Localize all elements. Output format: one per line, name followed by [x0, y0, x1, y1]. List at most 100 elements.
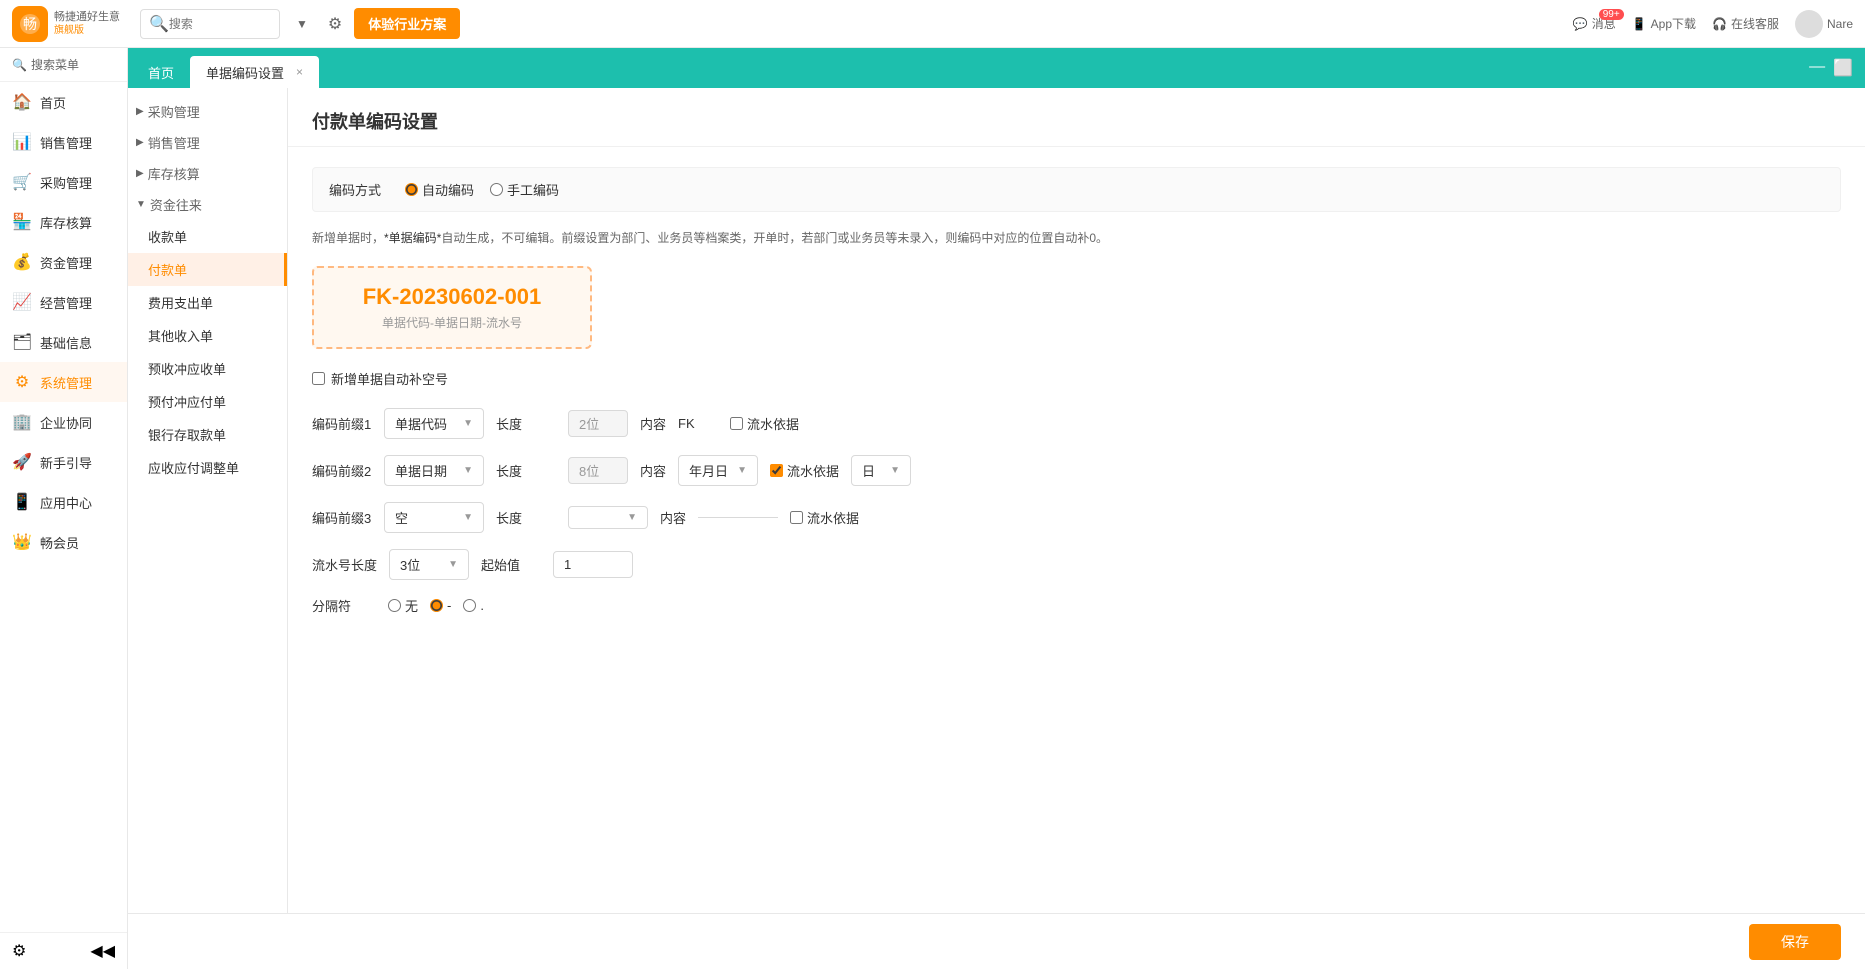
- online-service-button[interactable]: 🎧 在线客服: [1712, 15, 1779, 32]
- sidebar-item-purchase[interactable]: 🛒 采购管理: [0, 162, 127, 202]
- serial-3-checkbox[interactable]: [790, 511, 803, 524]
- content-3-label: 内容: [660, 508, 686, 527]
- serial-2-unit-select[interactable]: 日 ▼: [851, 455, 911, 486]
- length-3-select[interactable]: ▼: [568, 506, 648, 529]
- inventory-icon: 🏪: [12, 212, 32, 232]
- separator-dot-label[interactable]: .: [463, 598, 484, 613]
- sidebar-item-enterprise[interactable]: 🏢 企业协同: [0, 402, 127, 442]
- length-1-input[interactable]: [568, 410, 628, 437]
- auto-fill-checkbox[interactable]: [312, 372, 325, 385]
- experience-button[interactable]: 体验行业方案: [354, 8, 460, 39]
- tab-bar: 首页 单据编码设置 × — ⬜: [128, 48, 1865, 88]
- sub-sidebar-item-payment[interactable]: 付款单: [128, 253, 287, 286]
- sub-sidebar-item-adjustment[interactable]: 应收应付调整单: [128, 451, 287, 484]
- sidebar-item-inventory[interactable]: 🏪 库存核算: [0, 202, 127, 242]
- sidebar-item-apps[interactable]: 📱 应用中心: [0, 482, 127, 522]
- sub-sidebar-item-expense[interactable]: 费用支出单: [128, 286, 287, 319]
- separator-dash-radio[interactable]: [430, 599, 443, 612]
- sidebar-item-basic[interactable]: 🗂 基础信息: [0, 322, 127, 362]
- sidebar-item-sales[interactable]: 📊 销售管理: [0, 122, 127, 162]
- sidebar: 🔍 搜索菜单 🏠 首页 📊 销售管理 🛒 采购管理 🏪 库存核算 💰 资金管理 …: [0, 48, 128, 969]
- length-2-input[interactable]: [568, 457, 628, 484]
- collapse-icon[interactable]: ◀◀: [90, 941, 115, 961]
- search-icon: 🔍: [149, 14, 169, 34]
- tab-close-icon[interactable]: ×: [296, 65, 303, 79]
- message-button[interactable]: 💬 消息 99+: [1573, 15, 1616, 32]
- chevron-down-icon: ▼: [448, 559, 458, 570]
- serial-2-checkbox[interactable]: [770, 464, 783, 477]
- logo-text: 畅捷通好生意 旗舰版: [54, 10, 120, 37]
- enterprise-icon: 🏢: [12, 412, 32, 432]
- save-button[interactable]: 保存: [1749, 924, 1841, 960]
- content-area: ▶ 采购管理 ▶ 销售管理 ▶ 库存核算 ▼ 资金往来 收款单 付款单 费用支出…: [128, 88, 1865, 969]
- search-bar[interactable]: 🔍: [140, 9, 280, 39]
- code-method-row: 编码方式 自动编码 手工编码: [312, 167, 1841, 212]
- auto-code-radio[interactable]: [405, 183, 418, 196]
- logo-icon: 畅: [12, 6, 48, 42]
- serial-1-checkbox-label[interactable]: 流水依据: [730, 414, 799, 433]
- guide-icon: 🚀: [12, 452, 32, 472]
- sub-sidebar: ▶ 采购管理 ▶ 销售管理 ▶ 库存核算 ▼ 资金往来 收款单 付款单 费用支出…: [128, 88, 288, 969]
- prefix-1-select[interactable]: 单据代码 ▼: [384, 408, 484, 439]
- system-icon: ⚙: [12, 372, 32, 392]
- prefix-2-select[interactable]: 单据日期 ▼: [384, 455, 484, 486]
- logo: 畅 畅捷通好生意 旗舰版: [12, 6, 140, 42]
- sidebar-item-system[interactable]: ⚙ 系统管理: [0, 362, 127, 402]
- window-maximize-icon[interactable]: ⬜: [1833, 58, 1853, 78]
- tab-doc-code[interactable]: 单据编码设置 ×: [190, 56, 319, 88]
- code-method-label: 编码方式: [329, 180, 389, 199]
- arrow-right-icon: ▶: [136, 106, 144, 117]
- sidebar-item-operation[interactable]: 📈 经营管理: [0, 282, 127, 322]
- manual-code-radio-label[interactable]: 手工编码: [490, 180, 559, 199]
- prefix-3-select[interactable]: 空 ▼: [384, 502, 484, 533]
- separator-options: 无 - .: [388, 596, 484, 615]
- sidebar-item-home[interactable]: 🏠 首页: [0, 82, 127, 122]
- page-wrapper: 付款单编码设置 编码方式 自动编码 手工编码: [288, 88, 1865, 969]
- separator-dot-radio[interactable]: [463, 599, 476, 612]
- sidebar-item-finance[interactable]: 💰 资金管理: [0, 242, 127, 282]
- code-example-main: FK-20230602-001: [338, 284, 566, 310]
- settings-icon[interactable]: ⚙: [12, 941, 26, 961]
- nav-dropdown[interactable]: ▼: [288, 13, 316, 35]
- sub-sidebar-group-inventory[interactable]: ▶ 库存核算: [128, 158, 287, 189]
- sub-sidebar-group-sales[interactable]: ▶ 销售管理: [128, 127, 287, 158]
- content-2-select[interactable]: 年月日 ▼: [678, 455, 758, 486]
- page-header: 付款单编码设置: [288, 88, 1865, 147]
- sidebar-item-guide[interactable]: 🚀 新手引导: [0, 442, 127, 482]
- chevron-down-icon: ▼: [296, 17, 308, 31]
- tab-home[interactable]: 首页: [132, 56, 190, 88]
- content-1-value: FK: [678, 416, 718, 431]
- separator-none-radio[interactable]: [388, 599, 401, 612]
- serial-3-checkbox-label[interactable]: 流水依据: [790, 508, 859, 527]
- serial-2-checkbox-label[interactable]: 流水依据: [770, 461, 839, 480]
- search-input[interactable]: [169, 17, 269, 31]
- sub-sidebar-item-receipt[interactable]: 收款单: [128, 220, 287, 253]
- message-badge: 99+: [1599, 9, 1624, 20]
- sidebar-item-member[interactable]: 👑 畅会员: [0, 522, 127, 562]
- topbar-center: 🔍 ▼ ⚙ 体验行业方案: [140, 8, 1573, 39]
- serial-1-checkbox[interactable]: [730, 417, 743, 430]
- sub-sidebar-group-purchase[interactable]: ▶ 采购管理: [128, 96, 287, 127]
- sub-sidebar-group-capital[interactable]: ▼ 资金往来: [128, 189, 287, 220]
- sidebar-search[interactable]: 🔍 搜索菜单: [0, 48, 127, 82]
- sub-sidebar-item-advance-payment[interactable]: 预付冲应付单: [128, 385, 287, 418]
- page-title: 付款单编码设置: [312, 108, 1841, 134]
- topbar-right: 💬 消息 99+ 📱 App下载 🎧 在线客服 Nare: [1573, 10, 1853, 38]
- sub-sidebar-item-advance-receipt[interactable]: 预收冲应收单: [128, 352, 287, 385]
- settings-icon[interactable]: ⚙: [324, 10, 346, 38]
- prefix-2-label: 编码前缀2: [312, 461, 372, 480]
- sub-sidebar-item-bank[interactable]: 银行存取款单: [128, 418, 287, 451]
- main-content: 付款单编码设置 编码方式 自动编码 手工编码: [288, 88, 1865, 969]
- serial-length-select[interactable]: 3位 ▼: [389, 549, 469, 580]
- sub-sidebar-item-other-income[interactable]: 其他收入单: [128, 319, 287, 352]
- chevron-down-icon: ▼: [737, 465, 747, 476]
- search-icon: 🔍: [12, 58, 27, 72]
- separator-dash-label[interactable]: -: [430, 598, 451, 613]
- separator-none-label[interactable]: 无: [388, 596, 418, 615]
- auto-code-radio-label[interactable]: 自动编码: [405, 180, 474, 199]
- window-minimize-icon[interactable]: —: [1809, 58, 1825, 78]
- app-download-button[interactable]: 📱 App下载: [1632, 15, 1696, 32]
- user-avatar[interactable]: Nare: [1795, 10, 1853, 38]
- manual-code-radio[interactable]: [490, 183, 503, 196]
- start-value-input[interactable]: [553, 551, 633, 578]
